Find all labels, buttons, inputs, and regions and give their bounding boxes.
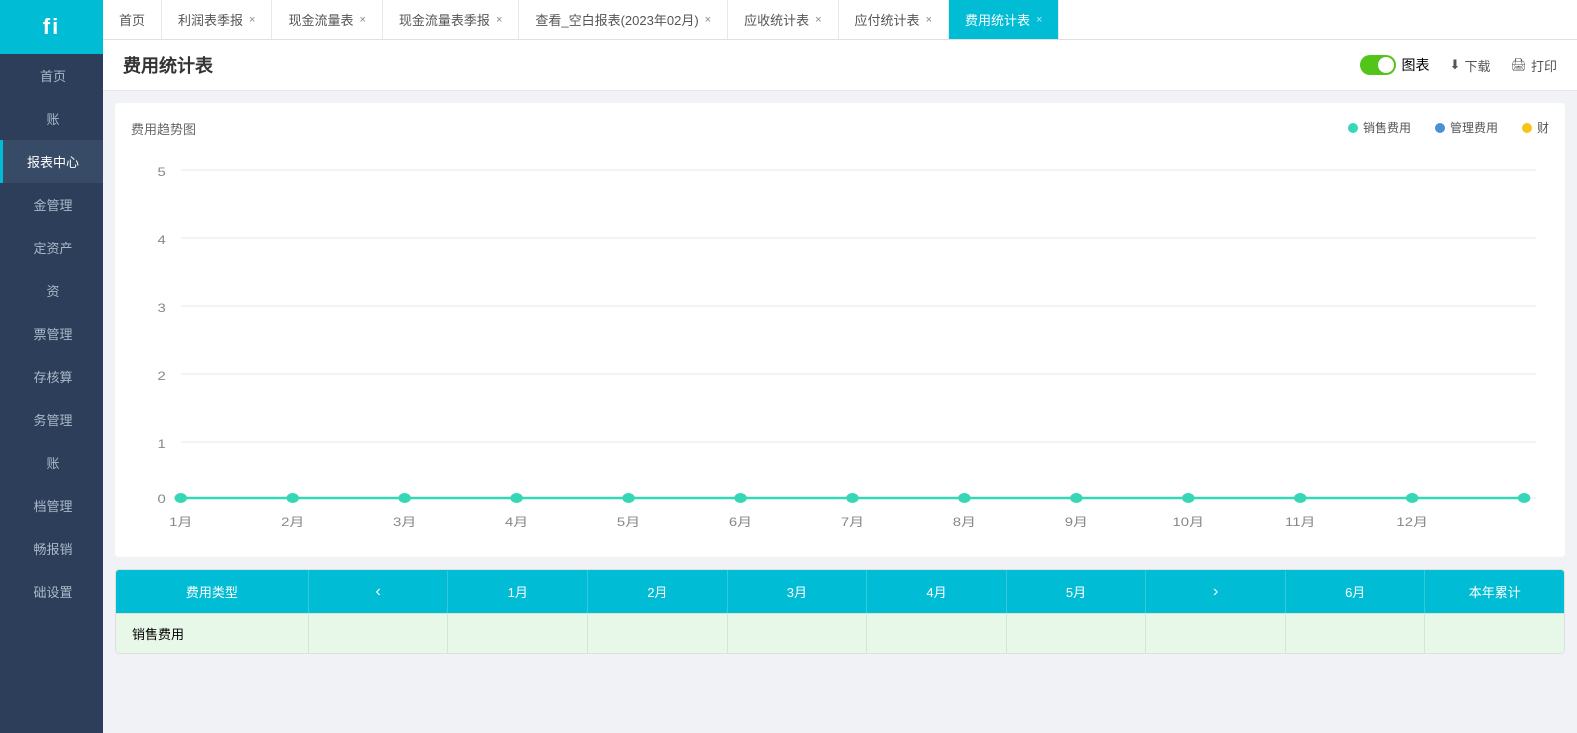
tab-close-cashflow-quarterly[interactable]: × <box>496 14 502 26</box>
legend-admin: 管理费用 <box>1435 119 1498 136</box>
th-month2: 2月 <box>588 570 728 613</box>
table-row: 销售费用 <box>116 613 1564 653</box>
sidebar-item-archive[interactable]: 档管理 <box>0 484 103 527</box>
th-ytd: 本年累计 <box>1425 570 1564 613</box>
td-val4 <box>867 614 1007 653</box>
tab-cashflow-quarterly[interactable]: 现金流量表季报 × <box>383 0 519 39</box>
sidebar-item-home[interactable]: 首页 <box>0 54 103 97</box>
next-arrow[interactable]: › <box>1209 583 1222 601</box>
svg-text:1: 1 <box>158 437 166 450</box>
td-val1 <box>448 614 588 653</box>
svg-text:5: 5 <box>158 165 166 178</box>
download-button[interactable]: ⬇ 下载 <box>1450 56 1491 75</box>
sidebar-item-report[interactable]: 报表中心 <box>0 140 103 183</box>
sidebar-item-expense[interactable]: 畅报销 <box>0 527 103 570</box>
svg-text:4: 4 <box>158 233 167 246</box>
chart-container: 5 4 3 2 1 0 <box>131 148 1549 541</box>
svg-text:1月: 1月 <box>169 515 192 528</box>
svg-text:8月: 8月 <box>953 515 976 528</box>
tab-close-blank-report[interactable]: × <box>705 14 711 26</box>
tab-blank-report[interactable]: 查看_空白报表(2023年02月) × <box>519 0 728 39</box>
svg-text:0: 0 <box>158 492 166 505</box>
td-type: 销售费用 <box>116 614 309 653</box>
sidebar-item-settings[interactable]: 础设置 <box>0 570 103 613</box>
chart-section: 费用趋势图 销售费用 管理费用 财 <box>115 103 1565 557</box>
svg-text:4月: 4月 <box>505 515 528 528</box>
svg-text:5月: 5月 <box>617 515 640 528</box>
legend-dot-admin <box>1435 123 1445 133</box>
legend-sales: 销售费用 <box>1348 119 1411 136</box>
print-button[interactable]: 🖨 打印 <box>1510 56 1557 75</box>
th-month1: 1月 <box>448 570 588 613</box>
sidebar-item-ledger[interactable]: 账 <box>0 441 103 484</box>
svg-text:3月: 3月 <box>393 515 416 528</box>
tab-close-profit-quarterly[interactable]: × <box>249 14 255 26</box>
prev-arrow[interactable]: ‹ <box>371 583 384 601</box>
legend-finance: 财 <box>1522 119 1549 136</box>
sidebar-item-asset[interactable]: 定资产 <box>0 226 103 269</box>
svg-text:6月: 6月 <box>729 515 752 528</box>
tab-close-payable[interactable]: × <box>926 14 932 26</box>
tab-close-receivable[interactable]: × <box>815 14 821 26</box>
sidebar-item-inventory[interactable]: 存核算 <box>0 355 103 398</box>
svg-text:2: 2 <box>158 369 166 382</box>
svg-text:2月: 2月 <box>281 515 304 528</box>
legend-dot-finance <box>1522 123 1532 133</box>
chart-toggle-wrap: 图表 <box>1360 55 1430 75</box>
svg-text:12月: 12月 <box>1396 515 1428 528</box>
header-actions: 图表 ⬇ 下载 🖨 打印 <box>1360 55 1557 75</box>
th-month5: 5月 <box>1007 570 1147 613</box>
th-prev[interactable]: ‹ <box>309 571 449 613</box>
tab-bar: 首页 利润表季报 × 现金流量表 × 现金流量表季报 × 查看_空白报表(202… <box>103 0 1577 40</box>
svg-text:10月: 10月 <box>1173 515 1205 528</box>
th-month3: 3月 <box>728 570 868 613</box>
content-area: 费用统计表 图表 ⬇ 下载 🖨 打印 费用趋势图 <box>103 40 1577 733</box>
sidebar-item-account[interactable]: 账 <box>0 97 103 140</box>
legend-dot-sales <box>1348 123 1358 133</box>
sidebar-item-finance[interactable]: 金管理 <box>0 183 103 226</box>
tab-close-expense-stats[interactable]: × <box>1036 14 1042 26</box>
tab-receivable[interactable]: 应收统计表 × <box>728 0 838 39</box>
svg-text:7月: 7月 <box>841 515 864 528</box>
td-ytd <box>1425 614 1564 653</box>
sidebar-logo: fi <box>0 0 103 54</box>
tab-payable[interactable]: 应付统计表 × <box>839 0 949 39</box>
svg-text:3: 3 <box>158 301 166 314</box>
print-icon: 🖨 <box>1510 57 1527 73</box>
page-title: 费用统计表 <box>123 52 213 78</box>
td-empty-nav2 <box>1146 614 1286 653</box>
td-val2 <box>588 614 728 653</box>
td-val3 <box>728 614 868 653</box>
tab-home[interactable]: 首页 <box>103 0 162 39</box>
th-type: 费用类型 <box>116 570 309 613</box>
sidebar-item-tax[interactable]: 务管理 <box>0 398 103 441</box>
page-header: 费用统计表 图表 ⬇ 下载 🖨 打印 <box>103 40 1577 91</box>
trend-chart: 5 4 3 2 1 0 <box>131 148 1549 538</box>
tab-profit-quarterly[interactable]: 利润表季报 × <box>162 0 272 39</box>
th-month6: 6月 <box>1286 570 1426 613</box>
data-table: 费用类型 ‹ 1月 2月 3月 4月 5月 <box>115 569 1565 654</box>
td-val6 <box>1286 614 1426 653</box>
chart-toggle-label: 图表 <box>1402 55 1430 75</box>
td-empty-nav <box>309 614 449 653</box>
svg-text:9月: 9月 <box>1065 515 1088 528</box>
chart-title: 费用趋势图 <box>131 119 196 138</box>
tab-close-cashflow[interactable]: × <box>359 14 365 26</box>
chart-legend: 销售费用 管理费用 财 <box>1348 119 1549 136</box>
table-header: 费用类型 ‹ 1月 2月 3月 4月 5月 <box>116 570 1564 613</box>
th-next[interactable]: › <box>1146 571 1286 613</box>
tab-expense-stats[interactable]: 费用统计表 × <box>949 0 1059 39</box>
sidebar: fi 首页 账 报表中心 金管理 定资产 资 票管理 存核算 务管理 账 档管理… <box>0 0 103 733</box>
main-area: 首页 利润表季报 × 现金流量表 × 现金流量表季报 × 查看_空白报表(202… <box>103 0 1577 733</box>
download-icon: ⬇ <box>1450 57 1461 73</box>
tab-cashflow[interactable]: 现金流量表 × <box>272 0 382 39</box>
td-val5 <box>1007 614 1147 653</box>
svg-text:11月: 11月 <box>1285 515 1315 528</box>
th-month4: 4月 <box>867 570 1007 613</box>
sidebar-item-capital[interactable]: 资 <box>0 269 103 312</box>
sidebar-item-invoice[interactable]: 票管理 <box>0 312 103 355</box>
chart-toggle[interactable] <box>1360 55 1396 75</box>
